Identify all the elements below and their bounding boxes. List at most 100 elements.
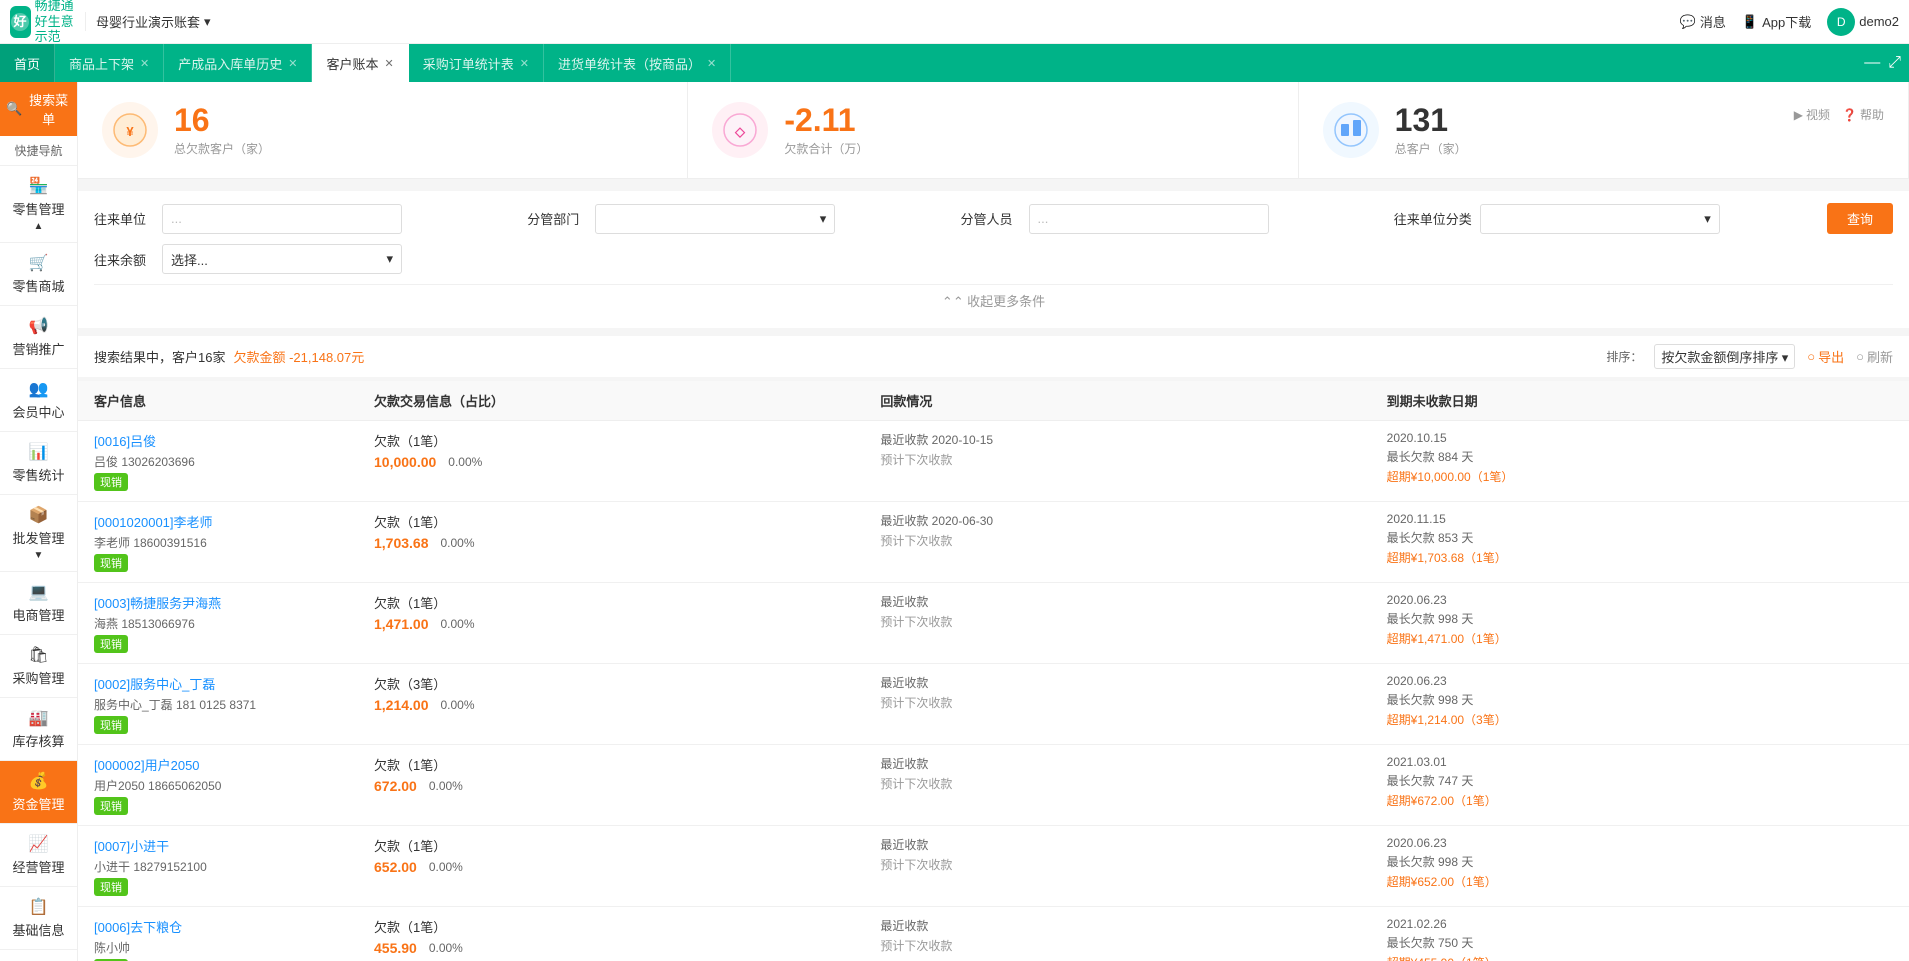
- customer-name-link[interactable]: [0007]小进干: [94, 836, 374, 855]
- sidebar-item-ecommerce[interactable]: 💻 电商管理: [0, 572, 77, 635]
- cell-overdue-6: 2020.06.23 最长欠款 998 天 超期¥652.00（1笔）: [1387, 836, 1893, 890]
- sidebar-item-warehouse[interactable]: 🏭 库存核算: [0, 698, 77, 761]
- close-icon[interactable]: ✕: [520, 57, 529, 70]
- sidebar-item-retail-stats[interactable]: 📊 零售统计: [0, 432, 77, 495]
- sidebar-item-retail-mall[interactable]: 🛒 零售商城: [0, 243, 77, 306]
- cell-customer-6: [0007]小进干 小进干 18279152100 现销: [94, 836, 374, 896]
- sort-select[interactable]: 按欠款金额倒序排序 ▾: [1654, 344, 1795, 369]
- overdue-days: 最长欠款 998 天: [1387, 691, 1893, 708]
- next-payment: 预计下次收款: [880, 694, 1386, 711]
- card-number-3: 131: [1395, 104, 1467, 136]
- company-selector[interactable]: 母婴行业演示账套 ▾: [85, 12, 245, 31]
- sidebar-item-label: 营销推广: [12, 339, 64, 358]
- mall-icon: 🛒: [29, 253, 49, 273]
- table-row: [0001020001]李老师 李老师 18600391516 现销 欠款（1笔…: [78, 502, 1909, 583]
- customer-phone: 李老师 18600391516: [94, 534, 374, 551]
- help-btn[interactable]: ❓ 帮助: [1842, 106, 1884, 123]
- sidebar-item-label: 经营管理: [12, 857, 64, 876]
- tab-purchase-stats[interactable]: 进货单统计表（按商品） ✕: [544, 44, 731, 82]
- customer-name-link[interactable]: [0002]服务中心_丁磊: [94, 674, 374, 693]
- customer-name-link[interactable]: [0003]畅捷服务尹海燕: [94, 593, 374, 612]
- stats-icon: 📊: [29, 442, 49, 462]
- table-row: [0007]小进干 小进干 18279152100 现销 欠款（1笔） 652.…: [78, 826, 1909, 907]
- result-summary: 搜索结果中，客户16家: [94, 347, 225, 366]
- minimize-icon[interactable]: —: [1864, 54, 1880, 72]
- video-btn[interactable]: ▶ 视频: [1794, 106, 1830, 123]
- overdue-link[interactable]: 超期¥652.00（1笔）: [1387, 873, 1893, 890]
- sidebar-item-ops[interactable]: 📈 经营管理: [0, 824, 77, 887]
- expand-icon[interactable]: ⤢: [1888, 54, 1901, 72]
- recent-payment: 最近收款: [880, 836, 1386, 853]
- debt-count: 欠款（1笔）: [374, 755, 880, 774]
- cell-debt-4: 欠款（3笔） 1,214.00 0.00%: [374, 674, 880, 713]
- origin-unit-input[interactable]: ...: [162, 204, 402, 234]
- filter-row-2: 往来余额 选择... ▾: [94, 244, 1893, 274]
- sidebar-item-basic[interactable]: 📋 基础信息: [0, 887, 77, 950]
- sidebar-item-finance[interactable]: 💰 资金管理: [0, 761, 77, 824]
- customer-name-link[interactable]: [0016]吕俊: [94, 431, 374, 450]
- sidebar-item-retail-mgmt[interactable]: 🏪 零售管理 ▲: [0, 166, 77, 243]
- overdue-link[interactable]: 超期¥1,214.00（3笔）: [1387, 711, 1893, 728]
- app-download-btn[interactable]: 📱 App下载: [1742, 12, 1811, 31]
- close-icon[interactable]: ✕: [288, 57, 297, 70]
- cell-customer-5: [000002]用户2050 用户2050 18665062050 现销: [94, 755, 374, 815]
- cell-customer-3: [0003]畅捷服务尹海燕 海燕 18513066976 现销: [94, 593, 374, 653]
- sidebar-item-label: 批发管理: [12, 528, 64, 547]
- export-btn[interactable]: ○ 导出: [1807, 347, 1844, 366]
- collapse-more-btn[interactable]: ⌃⌃ 收起更多条件: [94, 284, 1893, 316]
- cell-debt-6: 欠款（1笔） 652.00 0.00%: [374, 836, 880, 875]
- overdue-link[interactable]: 超期¥672.00（1笔）: [1387, 792, 1893, 809]
- logo-text: 畅捷通好生意 示范: [35, 0, 85, 45]
- tab-production[interactable]: 产成品入库单历史 ✕: [164, 44, 312, 82]
- person-input[interactable]: ...: [1029, 204, 1269, 234]
- refresh-btn[interactable]: ○ 刷新: [1856, 347, 1893, 366]
- sidebar-item-batch[interactable]: 📦 批发管理 ▼: [0, 495, 77, 572]
- customer-name-link[interactable]: [000002]用户2050: [94, 755, 374, 774]
- card-label-1: 总欠款客户（家）: [174, 140, 270, 157]
- sidebar-item-purchase[interactable]: 🛍 采购管理: [0, 635, 77, 698]
- export-icon: ○: [1807, 349, 1815, 364]
- close-icon[interactable]: ✕: [385, 57, 394, 70]
- sidebar-item-system[interactable]: ⚙ 系统管理: [0, 950, 77, 961]
- overdue-link[interactable]: 超期¥455.90（1笔）: [1387, 954, 1893, 961]
- overdue-link[interactable]: 超期¥10,000.00（1笔）: [1387, 468, 1893, 485]
- close-icon[interactable]: ✕: [140, 57, 149, 70]
- card-icon-debt: ¥: [102, 102, 158, 158]
- cell-overdue-2: 2020.11.15 最长欠款 853 天 超期¥1,703.68（1笔）: [1387, 512, 1893, 566]
- filter-group-4: 往来单位分类 ▾: [1394, 204, 1815, 234]
- ecommerce-icon: 💻: [29, 582, 49, 602]
- warehouse-icon: 🏭: [29, 708, 49, 728]
- debt-amount: 1,214.00: [374, 697, 429, 713]
- search-menu-btn[interactable]: 🔍 搜索菜单: [0, 82, 77, 136]
- filter-row-1: 往来单位 ... 分管部门 ▾ 分管人员 .: [94, 203, 1893, 234]
- query-button[interactable]: 查询: [1827, 203, 1893, 234]
- overdue-link[interactable]: 超期¥1,471.00（1笔）: [1387, 630, 1893, 647]
- tab-customer-account[interactable]: 客户账本 ✕: [312, 44, 408, 82]
- avatar: D: [1827, 8, 1855, 36]
- summary-cards: ¥ 16 总欠款客户（家） ◇ -2.11 欠款合计（万）: [78, 82, 1909, 179]
- customer-name-link[interactable]: [0006]去下粮仓: [94, 917, 374, 936]
- debt-amount: 1,703.68: [374, 535, 429, 551]
- dept-select[interactable]: ▾: [595, 204, 835, 234]
- tab-product-off[interactable]: 商品上下架 ✕: [55, 44, 164, 82]
- sidebar-item-member[interactable]: 👥 会员中心: [0, 369, 77, 432]
- user-menu[interactable]: D demo2: [1827, 8, 1899, 36]
- overdue-date: 2020.06.23: [1387, 836, 1893, 850]
- overdue-date: 2020.06.23: [1387, 674, 1893, 688]
- balance-placeholder: 选择...: [171, 250, 208, 269]
- card-total-debt-customers: ¥ 16 总欠款客户（家）: [78, 82, 688, 178]
- cell-payment-7: 最近收款 预计下次收款: [880, 917, 1386, 954]
- cell-overdue-1: 2020.10.15 最长欠款 884 天 超期¥10,000.00（1笔）: [1387, 431, 1893, 485]
- sidebar-item-marketing[interactable]: 📢 营销推广: [0, 306, 77, 369]
- balance-select[interactable]: 选择... ▾: [162, 244, 402, 274]
- close-icon[interactable]: ✕: [707, 57, 716, 70]
- message-btn[interactable]: 💬 消息: [1680, 12, 1726, 31]
- overdue-link[interactable]: 超期¥1,703.68（1笔）: [1387, 549, 1893, 566]
- category-select[interactable]: ▾: [1480, 204, 1720, 234]
- quick-nav-label[interactable]: 快捷导航: [0, 136, 77, 166]
- tab-home[interactable]: 首页: [0, 44, 55, 82]
- customer-name-link[interactable]: [0001020001]李老师: [94, 512, 374, 531]
- overdue-days: 最长欠款 750 天: [1387, 934, 1893, 951]
- tab-purchase-order[interactable]: 采购订单统计表 ✕: [409, 44, 544, 82]
- customer-phone: 服务中心_丁磊 181 0125 8371: [94, 696, 374, 713]
